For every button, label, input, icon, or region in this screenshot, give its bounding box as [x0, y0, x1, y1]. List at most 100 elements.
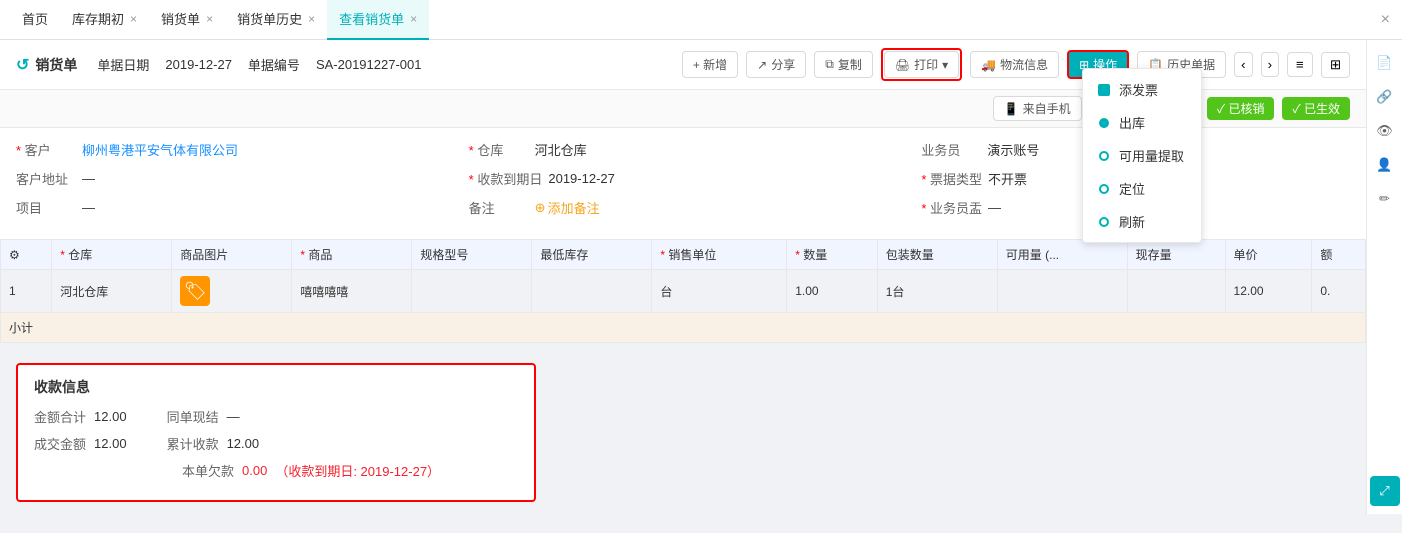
add-note-button[interactable]: ⊕ 添加备注	[535, 198, 600, 217]
cell-quantity: 1.00	[787, 270, 878, 313]
outbound-item[interactable]: 出库	[1083, 106, 1201, 139]
cell-warehouse: 河北仓库	[52, 270, 172, 313]
subtotal-label: 小计	[1, 313, 1366, 343]
cell-image: 🏷	[172, 270, 292, 313]
payment-box: 收款信息 金额合计 12.00 同单现结 — 成交金额 12.00	[16, 363, 536, 502]
list-view-button[interactable]: ≡	[1287, 52, 1313, 77]
due-date-label: 收款到期日	[469, 169, 543, 188]
sidebar-link-icon[interactable]: 🔗	[1370, 82, 1400, 112]
doc-no-value: SA-20191227-001	[316, 57, 422, 72]
new-button[interactable]: + 新增	[682, 51, 738, 78]
share-button[interactable]: ↗ 分享	[746, 51, 806, 78]
tab-sales-order[interactable]: 销货单 ×	[149, 0, 225, 40]
doc-icon: ↺	[16, 55, 29, 75]
sales-table: ⚙ 仓库 商品图片 商品 规格型号 最低库存 销售单位 数量 包装数量 可用量 …	[0, 239, 1366, 343]
prev-button[interactable]: ‹	[1234, 52, 1252, 77]
staff2-label: 业务员盂	[921, 198, 982, 217]
note-label: 备注	[469, 198, 529, 217]
total-value: 12.00	[94, 409, 127, 424]
cell-current	[1127, 270, 1225, 313]
th-image: 商品图片	[172, 240, 292, 270]
warehouse-field: 仓库 河北仓库	[469, 140, 898, 159]
warehouse-value: 河北仓库	[535, 140, 587, 159]
sidebar-edit-icon[interactable]: ✏	[1370, 184, 1400, 214]
doc-date-label: 单据日期	[97, 55, 149, 74]
th-pack-qty: 包装数量	[877, 240, 997, 270]
tab-home[interactable]: 首页	[10, 0, 60, 40]
due-date-field: 收款到期日 2019-12-27	[469, 169, 898, 188]
payment-row-2: 成交金额 12.00 累计收款 12.00	[34, 434, 518, 453]
customer-field: 客户 柳州粤港平安气体有限公司	[16, 140, 445, 159]
product-image: 🏷	[180, 276, 210, 306]
close-sales-tab[interactable]: ×	[206, 12, 213, 26]
sidebar-doc-icon[interactable]: 📄	[1370, 48, 1400, 78]
same-order-item: 同单现结 —	[167, 407, 240, 426]
grid-view-button[interactable]: ⊞	[1321, 52, 1350, 78]
confirmed-badge[interactable]: ✓ 已核销	[1207, 97, 1275, 120]
subtotal-row: 小计	[1, 313, 1366, 343]
th-warehouse: 仓库	[52, 240, 172, 270]
right-sidebar: 📄 🔗 👁 👤 ✏ ⤢	[1366, 40, 1402, 514]
copy-icon: ⧉	[825, 57, 834, 72]
cell-amount: 0.	[1312, 270, 1366, 313]
locate-icon	[1097, 182, 1111, 196]
print-dropdown-icon: ▾	[942, 58, 948, 72]
due-date-note: （收款到期日: 2019-12-27）	[275, 461, 440, 480]
add-invoice-item[interactable]: 添发票	[1083, 73, 1201, 106]
cell-available	[997, 270, 1127, 313]
sidebar-user-icon[interactable]: 👤	[1370, 150, 1400, 180]
payment-title: 收款信息	[34, 377, 518, 397]
refresh-item[interactable]: 刷新	[1083, 205, 1201, 238]
th-spec: 规格型号	[412, 240, 532, 270]
th-product: 商品	[292, 240, 412, 270]
available-extract-item[interactable]: 可用量提取	[1083, 139, 1201, 172]
logistics-icon: 🚚	[981, 58, 996, 72]
doc-actions: + 新增 ↗ 分享 ⧉ 复制 🖨 打印 ▾	[682, 48, 1350, 81]
refresh-icon	[1097, 215, 1111, 229]
doc-no-label: 单据编号	[248, 55, 300, 74]
th-min-stock: 最低库存	[532, 240, 652, 270]
print-icon: 🖨	[895, 58, 910, 72]
doc-meta: 单据日期 2019-12-27 单据编号 SA-20191227-001	[97, 55, 421, 74]
project-value: —	[82, 200, 95, 215]
from-phone-button[interactable]: 📱 来自手机	[993, 96, 1082, 121]
tab-sales-history[interactable]: 销货单历史 ×	[225, 0, 327, 40]
th-available: 可用量 (...	[997, 240, 1127, 270]
payment-section: 收款信息 金额合计 12.00 同单现结 — 成交金额 12.00	[0, 343, 1366, 514]
table-header-row: ⚙ 仓库 商品图片 商品 规格型号 最低库存 销售单位 数量 包装数量 可用量 …	[1, 240, 1366, 270]
th-quantity: 数量	[787, 240, 878, 270]
close-inventory-tab[interactable]: ×	[130, 12, 137, 26]
address-field: 客户地址 —	[16, 169, 445, 188]
cumulative-item: 累计收款 12.00	[167, 434, 260, 453]
cumulative-label: 累计收款	[167, 434, 219, 453]
close-all-tabs[interactable]: ×	[1381, 11, 1390, 29]
operate-dropdown: 添发票 出库 可用量提取 定位 刷新	[1082, 68, 1202, 243]
table-row: 1 河北仓库 🏷 嘻嘻嘻嘻 台 1.00 1台 12.00	[1, 270, 1366, 313]
payment-row-1: 金额合计 12.00 同单现结 —	[34, 407, 518, 426]
locate-item[interactable]: 定位	[1083, 172, 1201, 205]
tab-inventory-start[interactable]: 库存期初 ×	[60, 0, 149, 40]
same-order-label: 同单现结	[167, 407, 219, 426]
th-unit: 销售单位	[652, 240, 787, 270]
tab-view-sales[interactable]: 查看销货单 ×	[327, 0, 429, 40]
copy-button[interactable]: ⧉ 复制	[814, 51, 873, 78]
sidebar-eye-icon[interactable]: 👁	[1370, 116, 1400, 146]
th-current: 现存量	[1127, 240, 1225, 270]
logistics-button[interactable]: 🚚 物流信息	[970, 51, 1059, 78]
close-view-sales-tab[interactable]: ×	[410, 12, 417, 26]
print-button[interactable]: 🖨 打印 ▾	[884, 51, 959, 78]
customer-value[interactable]: 柳州粤港平安气体有限公司	[82, 140, 238, 159]
table-container: ⚙ 仓库 商品图片 商品 规格型号 最低库存 销售单位 数量 包装数量 可用量 …	[0, 239, 1366, 343]
tab-bar: 首页 库存期初 × 销货单 × 销货单历史 × 查看销货单 × ×	[0, 0, 1402, 40]
staff2-value: —	[988, 200, 1001, 215]
warehouse-label: 仓库	[469, 140, 529, 159]
effective-badge[interactable]: ✓ 已生效	[1282, 97, 1350, 120]
th-settings[interactable]: ⚙	[1, 240, 52, 270]
cell-product: 嘻嘻嘻嘻	[292, 270, 412, 313]
close-history-tab[interactable]: ×	[308, 12, 315, 26]
sidebar-expand-icon[interactable]: ⤢	[1370, 476, 1400, 506]
next-button[interactable]: ›	[1261, 52, 1279, 77]
payment-row-3: 本单欠款 0.00 （收款到期日: 2019-12-27）	[34, 461, 518, 480]
deal-amount-label: 成交金额	[34, 434, 86, 453]
owe-value: 0.00	[242, 463, 267, 478]
